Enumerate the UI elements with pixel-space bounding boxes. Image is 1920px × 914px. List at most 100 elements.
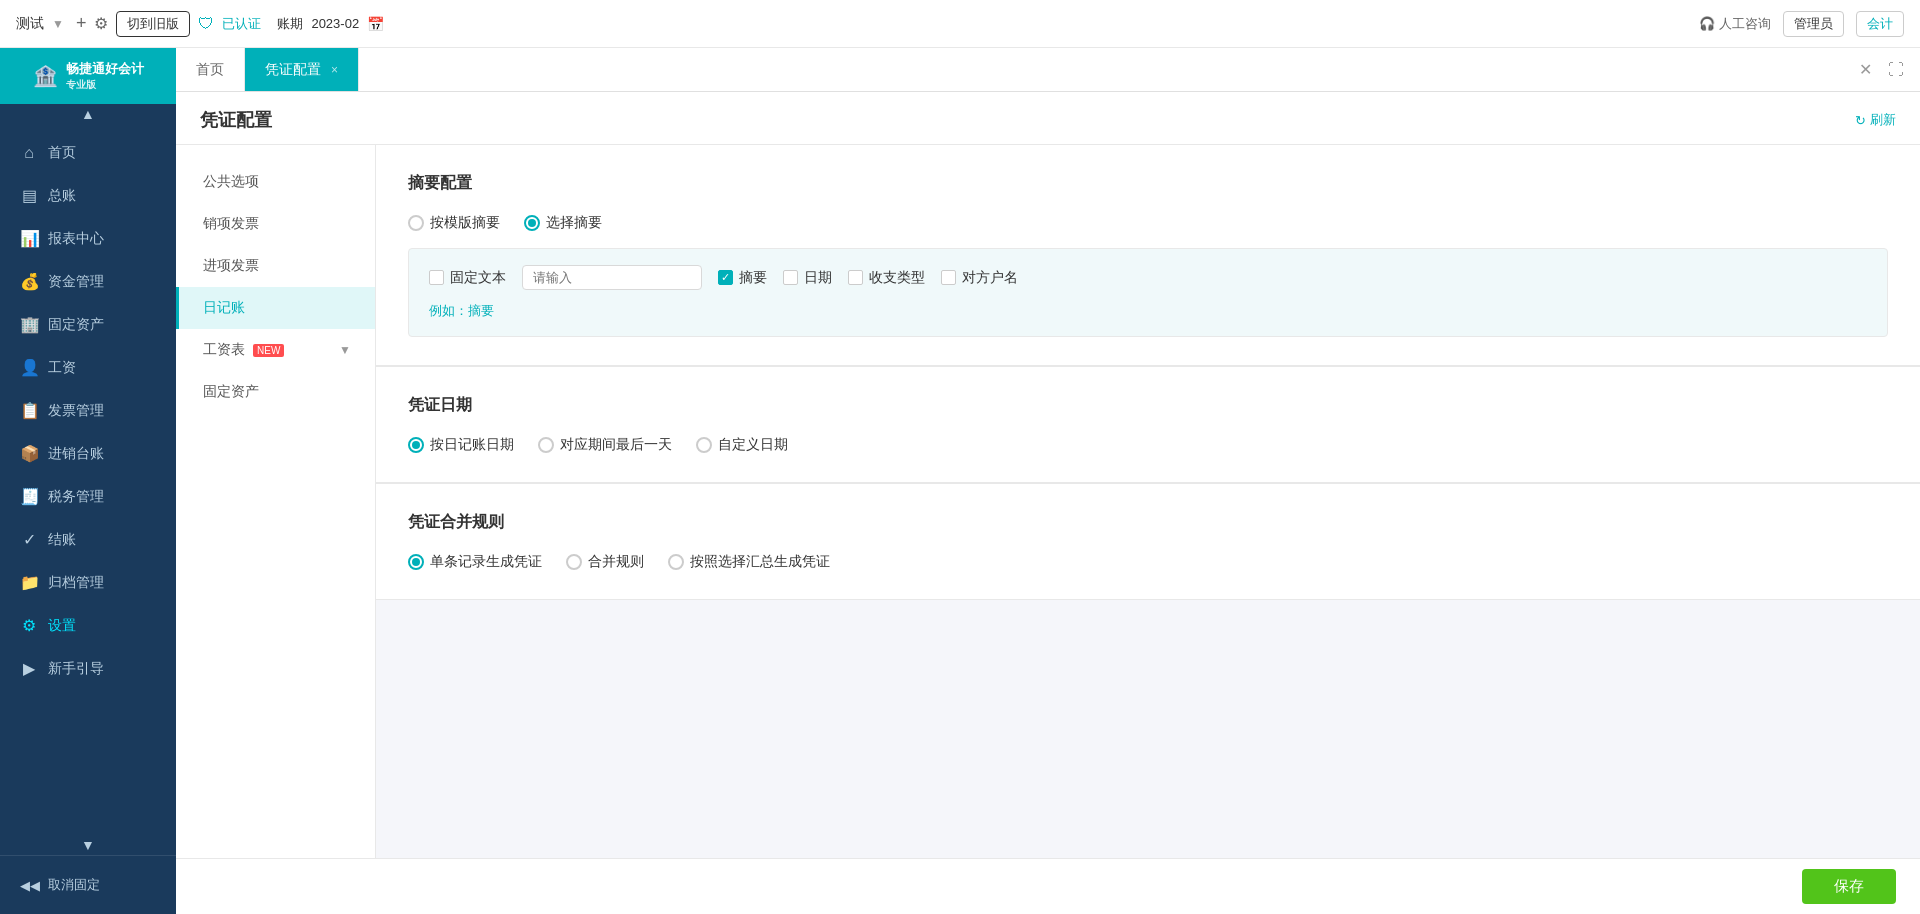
logo-title: 畅捷通好会计 — [66, 60, 144, 78]
sidebar-item-home[interactable]: ⌂ 首页 — [0, 132, 176, 174]
collapse-label: 取消固定 — [48, 876, 100, 894]
summary-radio-template-circle — [408, 215, 424, 231]
company-dropdown-icon[interactable]: ▼ — [52, 17, 64, 31]
sidebar-item-wage[interactable]: 👤 工资 — [0, 346, 176, 389]
sidebar-label-checkout: 结账 — [48, 531, 76, 549]
summary-radio-select[interactable]: 选择摘要 — [524, 214, 602, 232]
checkbox-date[interactable]: 日期 — [783, 269, 832, 287]
left-nav-item-journal[interactable]: 日记账 — [176, 287, 375, 329]
sidebar-item-invoice[interactable]: 📋 发票管理 — [0, 389, 176, 432]
top-bar: 测试 ▼ + ⚙ 切到旧版 🛡 已认证 账期 2023-02 📅 🎧 人工咨询 … — [0, 0, 1920, 48]
refresh-button[interactable]: ↻ 刷新 — [1855, 111, 1896, 129]
sidebar-item-tax[interactable]: 🧾 税务管理 — [0, 475, 176, 518]
merge-rules-radio-select-all[interactable]: 按照选择汇总生成凭证 — [668, 553, 830, 571]
consult-button[interactable]: 🎧 人工咨询 — [1699, 15, 1771, 33]
page-header: 凭证配置 ↻ 刷新 — [176, 92, 1920, 145]
save-button[interactable]: 保存 — [1802, 869, 1896, 904]
voucher-date-radio-journal-label: 按日记账日期 — [430, 436, 514, 454]
collapse-icon: ◀◀ — [20, 878, 40, 893]
archive-icon: 📁 — [20, 573, 38, 592]
merge-rules-section: 凭证合并规则 单条记录生成凭证 合并规则 — [376, 484, 1920, 600]
voucher-date-radio-period-last-label: 对应期间最后一天 — [560, 436, 672, 454]
sidebar-item-guide[interactable]: ▶ 新手引导 — [0, 647, 176, 690]
sidebar-item-asset[interactable]: 🏢 固定资产 — [0, 303, 176, 346]
sidebar-item-settings[interactable]: ⚙ 设置 — [0, 604, 176, 647]
left-nav-item-payroll[interactable]: 工资表 NEW ▼ — [176, 329, 375, 371]
tab-voucher-config[interactable]: 凭证配置 × — [245, 48, 359, 91]
summary-config-title: 摘要配置 — [408, 173, 1888, 194]
left-nav-label-journal: 日记账 — [203, 299, 245, 317]
wage-icon: 👤 — [20, 358, 38, 377]
sidebar-collapse-button[interactable]: ◀◀ 取消固定 — [0, 866, 176, 904]
logo-sub: 专业版 — [66, 78, 144, 92]
period-label: 账期 — [277, 15, 303, 33]
sidebar-label-settings: 设置 — [48, 617, 76, 635]
add-icon[interactable]: + — [76, 13, 87, 34]
sidebar-scroll-up[interactable]: ▲ — [0, 104, 176, 124]
checkbox-fixed-text-label: 固定文本 — [450, 269, 506, 287]
left-nav-label-fixed-asset: 固定资产 — [203, 383, 259, 401]
fund-icon: 💰 — [20, 272, 38, 291]
payroll-expand-icon[interactable]: ▼ — [339, 343, 351, 357]
summary-radio-select-circle — [524, 215, 540, 231]
merge-rules-radio-single[interactable]: 单条记录生成凭证 — [408, 553, 542, 571]
home-icon: ⌂ — [20, 144, 38, 162]
summary-radio-template-label: 按模版摘要 — [430, 214, 500, 232]
left-nav-item-sales-invoice[interactable]: 销项发票 — [176, 203, 375, 245]
left-nav-label-payroll: 工资表 — [203, 341, 245, 359]
new-badge: NEW — [253, 344, 284, 357]
merge-rules-radio-select-all-circle — [668, 554, 684, 570]
admin-button[interactable]: 管理员 — [1783, 11, 1844, 37]
sidebar-item-purchase[interactable]: 📦 进销台账 — [0, 432, 176, 475]
sidebar-item-report[interactable]: 📊 报表中心 — [0, 217, 176, 260]
refresh-label: 刷新 — [1870, 111, 1896, 129]
summary-options-row1: 固定文本 摘要 日期 — [429, 265, 1867, 290]
sidebar-bottom: ◀◀ 取消固定 — [0, 855, 176, 914]
merge-rules-radio-group: 单条记录生成凭证 合并规则 按照选择汇总生成凭证 — [408, 553, 1888, 571]
voucher-date-radio-group: 按日记账日期 对应期间最后一天 自定义日期 — [408, 436, 1888, 454]
sidebar-item-fund[interactable]: 💰 资金管理 — [0, 260, 176, 303]
accountant-button[interactable]: 会计 — [1856, 11, 1904, 37]
left-nav-item-fixed-asset[interactable]: 固定资产 — [176, 371, 375, 413]
tab-close-page-icon[interactable]: ✕ — [1855, 56, 1876, 83]
voucher-date-radio-journal[interactable]: 按日记账日期 — [408, 436, 514, 454]
sidebar-label-guide: 新手引导 — [48, 660, 104, 678]
checkbox-fixed-text[interactable]: 固定文本 — [429, 269, 506, 287]
voucher-date-radio-custom[interactable]: 自定义日期 — [696, 436, 788, 454]
sidebar-item-checkout[interactable]: ✓ 结账 — [0, 518, 176, 561]
tab-expand-icon[interactable]: ⛶ — [1884, 57, 1908, 83]
left-nav-item-public[interactable]: 公共选项 — [176, 161, 375, 203]
left-nav-item-purchase-invoice[interactable]: 进项发票 — [176, 245, 375, 287]
sidebar-scroll-down[interactable]: ▼ — [0, 835, 176, 855]
tab-close-icon[interactable]: × — [331, 63, 338, 77]
headset-icon: 🎧 — [1699, 16, 1715, 31]
summary-example-text: 例如：摘要 — [429, 303, 494, 318]
sidebar-label-invoice: 发票管理 — [48, 402, 104, 420]
summary-radio-template[interactable]: 按模版摘要 — [408, 214, 500, 232]
calendar-icon[interactable]: 📅 — [367, 16, 384, 32]
checkbox-counterpart-box — [941, 270, 956, 285]
sidebar-label-ledger: 总账 — [48, 187, 76, 205]
asset-icon: 🏢 — [20, 315, 38, 334]
summary-radio-group: 按模版摘要 选择摘要 — [408, 214, 1888, 232]
voucher-date-title: 凭证日期 — [408, 395, 1888, 416]
fixed-text-input[interactable] — [522, 265, 702, 290]
checkbox-summary-label: 摘要 — [739, 269, 767, 287]
sidebar-item-ledger[interactable]: ▤ 总账 — [0, 174, 176, 217]
tab-home[interactable]: 首页 — [176, 48, 245, 91]
voucher-date-radio-period-last[interactable]: 对应期间最后一天 — [538, 436, 672, 454]
sidebar-item-archive[interactable]: 📁 归档管理 — [0, 561, 176, 604]
checkbox-counterpart[interactable]: 对方户名 — [941, 269, 1018, 287]
checkbox-payment-type[interactable]: 收支类型 — [848, 269, 925, 287]
switch-old-version-button[interactable]: 切到旧版 — [116, 11, 190, 37]
merge-rules-radio-merge[interactable]: 合并规则 — [566, 553, 644, 571]
merge-rules-radio-merge-circle — [566, 554, 582, 570]
left-nav-label-sales-invoice: 销项发票 — [203, 215, 259, 233]
checkbox-summary[interactable]: 摘要 — [718, 269, 767, 287]
settings-icon[interactable]: ⚙ — [94, 14, 108, 33]
top-bar-left: 测试 ▼ + ⚙ 切到旧版 🛡 已认证 账期 2023-02 📅 — [16, 11, 384, 37]
summary-example-row: 例如：摘要 — [429, 302, 1867, 320]
merge-rules-radio-merge-label: 合并规则 — [588, 553, 644, 571]
voucher-date-radio-custom-label: 自定义日期 — [718, 436, 788, 454]
shield-icon: 🛡 — [198, 15, 214, 33]
